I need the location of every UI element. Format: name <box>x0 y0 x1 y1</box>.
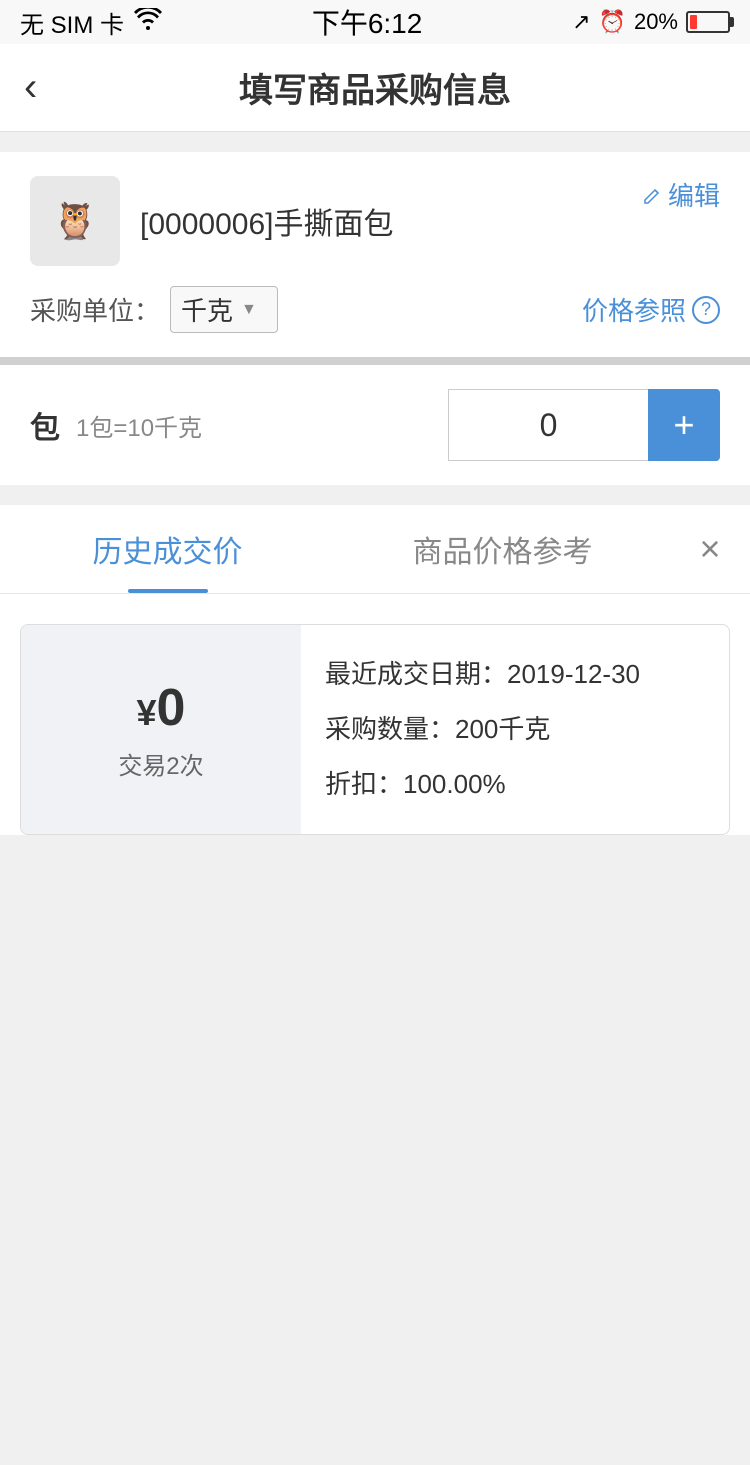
bottom-area <box>0 865 750 1465</box>
history-recent-date-label: 最近成交日期： <box>325 659 507 689</box>
product-thumbnail: 🦉 <box>30 176 120 266</box>
edit-label: 编辑 <box>668 176 720 213</box>
qty-unit-badge: 包 <box>30 403 60 447</box>
alarm-icon: ⏰ <box>599 9 626 35</box>
qty-unit-info: 包 1包=10千克 <box>30 403 202 447</box>
history-yen-symbol: ¥ <box>137 692 157 733</box>
price-ref-info-icon: ? <box>692 296 720 324</box>
tabs-header: 历史成交价 商品价格参考 × <box>0 505 750 594</box>
edit-icon <box>642 184 664 206</box>
tab-close-button[interactable]: × <box>670 505 750 593</box>
history-amount: 0 <box>157 679 186 737</box>
carrier-text: 无 SIM 卡 <box>20 5 124 40</box>
status-time: 下午6:12 <box>312 2 423 42</box>
product-unit-row: 采购单位： 千克 价格参照 ? <box>30 286 720 333</box>
divider-bar <box>0 357 750 365</box>
product-logo-icon: 🦉 <box>53 200 98 242</box>
qty-unit-conversion: 1包=10千克 <box>76 408 202 443</box>
battery-percent: 20% <box>634 9 678 35</box>
quantity-row: 包 1包=10千克 0 + <box>0 365 750 485</box>
product-header: 🦉 [0000006]手撕面包 编辑 <box>30 176 720 266</box>
nav-bar: ‹ 填写商品采购信息 <box>0 44 750 132</box>
unit-label: 采购单位： <box>30 291 160 328</box>
status-left: 无 SIM 卡 <box>20 5 162 40</box>
history-price-value: ¥0 <box>137 678 186 738</box>
unit-select[interactable]: 千克 <box>170 286 278 333</box>
history-discount-row: 折扣：100.00% <box>325 765 705 804</box>
history-details-right: 最近成交日期：2019-12-30 采购数量：200千克 折扣：100.00% <box>301 625 729 834</box>
product-left: 🦉 [0000006]手撕面包 <box>30 176 393 266</box>
price-ref-button[interactable]: 价格参照 ? <box>582 291 720 328</box>
history-price-left: ¥0 交易2次 <box>21 625 301 834</box>
history-quantity-value: 200千克 <box>455 714 550 744</box>
battery-fill <box>690 15 697 29</box>
qty-input[interactable]: 0 <box>448 389 648 461</box>
battery-icon <box>686 11 730 33</box>
unit-value: 千克 <box>181 291 233 328</box>
page-title: 填写商品采购信息 <box>239 63 511 112</box>
history-discount-label: 折扣： <box>325 769 403 799</box>
tab-history-price-label: 历史成交价 <box>93 527 243 571</box>
history-discount-value: 100.00% <box>403 769 506 799</box>
back-button[interactable]: ‹ <box>24 65 37 110</box>
tabs-section: 历史成交价 商品价格参考 × ¥0 交易2次 最近成交日期：2019-12-30… <box>0 505 750 835</box>
history-card: ¥0 交易2次 最近成交日期：2019-12-30 采购数量：200千克 折扣：… <box>20 624 730 835</box>
status-bar: 无 SIM 卡 下午6:12 ↗ ⏰ 20% <box>0 0 750 44</box>
history-quantity-label: 采购数量： <box>325 714 455 744</box>
history-transactions: 交易2次 <box>118 746 203 781</box>
price-ref-label: 价格参照 <box>582 291 686 328</box>
qty-plus-button[interactable]: + <box>648 389 720 461</box>
history-recent-date-row: 最近成交日期：2019-12-30 <box>325 655 705 694</box>
product-card: 🦉 [0000006]手撕面包 编辑 采购单位： 千克 价格参照 ? <box>0 152 750 357</box>
qty-controls: 0 + <box>448 389 720 461</box>
tab-price-reference-label: 商品价格参考 <box>413 527 593 571</box>
location-icon: ↗ <box>572 9 590 35</box>
edit-button[interactable]: 编辑 <box>642 176 720 213</box>
product-name: [0000006]手撕面包 <box>140 199 393 243</box>
wifi-icon <box>134 8 162 37</box>
status-right: ↗ ⏰ 20% <box>572 9 730 35</box>
history-quantity-row: 采购数量：200千克 <box>325 710 705 749</box>
tab-price-reference[interactable]: 商品价格参考 <box>335 505 670 593</box>
history-recent-date-value: 2019-12-30 <box>507 659 640 689</box>
tab-history-price[interactable]: 历史成交价 <box>0 505 335 593</box>
